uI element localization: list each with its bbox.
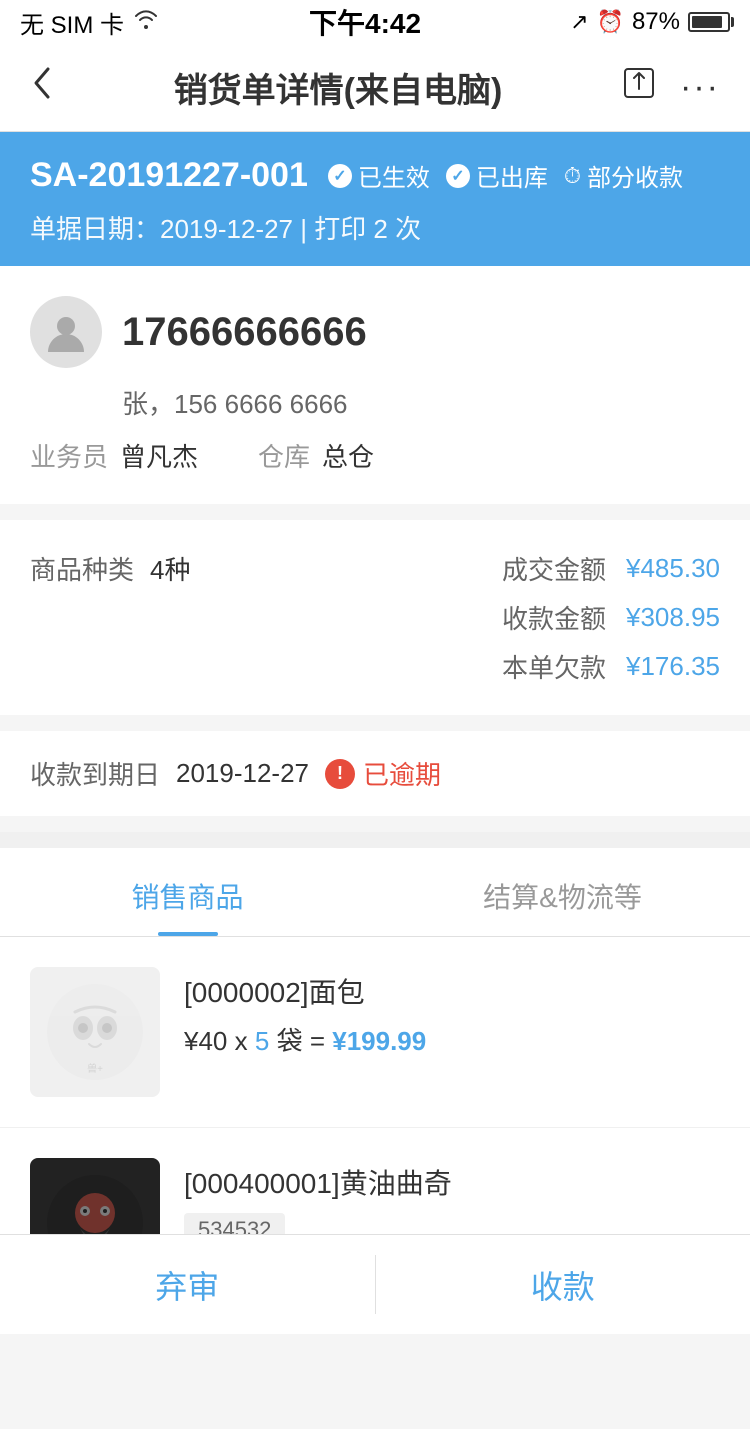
section-divider (0, 832, 750, 848)
summary-right: 成交金额 ¥485.30 收款金额 ¥308.95 本单欠款 ¥176.35 (502, 550, 720, 685)
product-name-1: [0000002]面包 (184, 971, 720, 1011)
share-icon[interactable] (622, 66, 656, 109)
location-icon: ↗ (570, 9, 588, 35)
bottom-spacer (0, 1329, 750, 1429)
check-icon-2: ✓ (446, 164, 470, 188)
avatar (30, 296, 102, 368)
received-amount: ¥308.95 (626, 602, 720, 633)
summary-left: 商品种类 4种 (30, 550, 190, 587)
product-info-1: [0000002]面包 ¥40 x 5 袋 = ¥199.99 (184, 967, 720, 1058)
product-total-1: ¥199.99 (332, 1026, 426, 1056)
status-right: ↗ ⏰ 87% (570, 8, 730, 36)
overdue-text: 已逾期 (363, 755, 441, 792)
debt-label: 本单欠款 (502, 648, 606, 685)
clock-icon: ⏱ (564, 163, 581, 189)
wifi-icon (132, 8, 160, 36)
product-type-label: 商品种类 (30, 550, 134, 587)
warehouse-label: 仓库 (258, 437, 310, 474)
order-header: SA-20191227-001 ✓ 已生效 ✓ 已出库 ⏱ 部分收款 单据日期：… (0, 132, 750, 266)
order-id: SA-20191227-001 (30, 156, 308, 195)
sim-status: 无 SIM 卡 (20, 5, 124, 40)
nav-bar: 销货单详情(来自电脑) ··· (0, 44, 750, 132)
salesperson-label: 业务员 (30, 437, 108, 474)
nav-actions: ··· (622, 66, 720, 109)
tab-sales-products[interactable]: 销售商品 (0, 848, 375, 936)
badge-shipped: ✓ 已出库 (446, 158, 548, 193)
status-badges: ✓ 已生效 ✓ 已出库 ⏱ 部分收款 (328, 158, 683, 193)
badge-activated: ✓ 已生效 (328, 158, 430, 193)
status-time: 下午4:42 (309, 2, 421, 42)
tab-settlement-logistics[interactable]: 结算&物流等 (375, 848, 750, 936)
transaction-row: 成交金额 ¥485.30 (502, 550, 720, 587)
warehouse-value: 总仓 (322, 437, 374, 474)
bottom-bar: 弃审 收款 (0, 1234, 750, 1334)
customer-info-row: 业务员 曾凡杰 仓库 总仓 (30, 437, 720, 474)
debt-amount: ¥176.35 (626, 651, 720, 682)
back-button[interactable] (30, 63, 54, 112)
customer-section: 17666666666 张，156 6666 6666 业务员 曾凡杰 仓库 总… (0, 266, 750, 504)
tabs-section: 销售商品 结算&物流等 (0, 848, 750, 937)
debt-row: 本单欠款 ¥176.35 (502, 648, 720, 685)
salesperson-value: 曾凡杰 (120, 437, 198, 474)
overdue-badge: ! 已逾期 (325, 755, 441, 792)
order-meta: 单据日期：2019-12-27 | 打印 2 次 (30, 209, 720, 246)
customer-row: 17666666666 (30, 296, 720, 368)
product-count: 4种 (150, 550, 190, 587)
order-header-top: SA-20191227-001 ✓ 已生效 ✓ 已出库 ⏱ 部分收款 (30, 156, 720, 195)
product-qty-1: 5 (255, 1026, 269, 1056)
alarm-icon: ⏰ (597, 9, 624, 35)
overdue-icon: ! (325, 759, 355, 789)
warehouse-info: 仓库 总仓 (258, 437, 374, 474)
check-icon-1: ✓ (328, 164, 352, 188)
salesperson-info: 业务员 曾凡杰 (30, 437, 198, 474)
page-title: 销货单详情(来自电脑) (174, 63, 503, 112)
status-bar: 无 SIM 卡 下午4:42 ↗ ⏰ 87% (0, 0, 750, 44)
due-section: 收款到期日 2019-12-27 ! 已逾期 (0, 731, 750, 816)
product-name-2: [000400001]黄油曲奇 (184, 1162, 720, 1202)
battery-fill (692, 16, 722, 28)
transaction-amount: ¥485.30 (626, 553, 720, 584)
product-price-row-1: ¥40 x 5 袋 = ¥199.99 (184, 1021, 720, 1058)
product-item: 兽+ [0000002]面包 ¥40 x 5 袋 = ¥199.99 (0, 937, 750, 1128)
battery-indicator (688, 12, 730, 32)
more-icon[interactable]: ··· (680, 68, 720, 107)
cancel-button[interactable]: 弃审 (0, 1235, 375, 1334)
product-image-1: 兽+ (30, 967, 160, 1097)
received-label: 收款金额 (502, 599, 606, 636)
badge-partial-payment: ⏱ 部分收款 (564, 158, 683, 193)
customer-id: 17666666666 (122, 310, 367, 355)
due-date: 2019-12-27 (176, 758, 309, 789)
received-row: 收款金额 ¥308.95 (502, 599, 720, 636)
summary-section: 商品种类 4种 成交金额 ¥485.30 收款金额 ¥308.95 本单欠款 ¥… (0, 520, 750, 715)
transaction-label: 成交金额 (502, 550, 606, 587)
due-label: 收款到期日 (30, 755, 160, 792)
customer-sub: 张，156 6666 6666 (30, 384, 720, 421)
status-left: 无 SIM 卡 (20, 5, 160, 40)
confirm-button[interactable]: 收款 (376, 1235, 750, 1334)
battery-percent: 87% (632, 8, 680, 36)
svg-text:兽+: 兽+ (87, 1062, 103, 1075)
